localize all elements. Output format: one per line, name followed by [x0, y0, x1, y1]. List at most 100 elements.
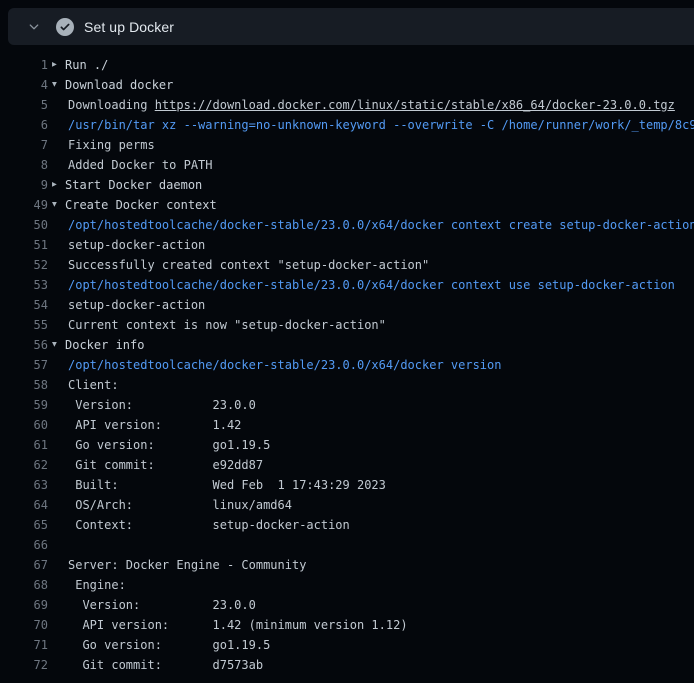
log-line: 8 Added Docker to PATH — [0, 155, 694, 175]
log-text: Downloading https://download.docker.com/… — [68, 95, 675, 115]
step-header[interactable]: Set up Docker — [8, 8, 694, 45]
log-text: Current context is now "setup-docker-act… — [68, 315, 386, 335]
log-line: 66 — [0, 535, 694, 555]
log-group-toggle[interactable]: ▼Download docker — [52, 75, 173, 95]
log-text: API version: 1.42 (minimum version 1.12) — [68, 615, 408, 635]
log-line: 55 Current context is now "setup-docker-a… — [0, 315, 694, 335]
line-number[interactable]: 1 — [0, 55, 48, 75]
log-line: 1▶Run ./ — [0, 55, 694, 75]
log-command: /usr/bin/tar xz --warning=no-unknown-key… — [68, 115, 694, 135]
line-number[interactable]: 71 — [0, 635, 48, 655]
line-number[interactable]: 68 — [0, 575, 48, 595]
log-text: Git commit: e92dd87 — [68, 455, 263, 475]
log-line: 60 API version: 1.42 — [0, 415, 694, 435]
group-title: Run ./ — [65, 55, 108, 75]
line-number[interactable]: 53 — [0, 275, 48, 295]
line-number[interactable]: 59 — [0, 395, 48, 415]
line-number[interactable]: 49 — [0, 195, 48, 215]
log-text: Added Docker to PATH — [68, 155, 213, 175]
log-line: 58 Client: — [0, 375, 694, 395]
log-command: /opt/hostedtoolcache/docker-stable/23.0.… — [68, 215, 694, 235]
triangle-down-icon: ▼ — [52, 335, 65, 355]
log-group-toggle[interactable]: ▼Create Docker context — [52, 195, 217, 215]
log-text: Engine: — [68, 575, 126, 595]
chevron-down-icon[interactable] — [26, 19, 42, 35]
line-number[interactable]: 69 — [0, 595, 48, 615]
log-line: 63 Built: Wed Feb 1 17:43:29 2023 — [0, 475, 694, 495]
line-number[interactable]: 51 — [0, 235, 48, 255]
line-number[interactable]: 6 — [0, 115, 48, 135]
line-number[interactable]: 5 — [0, 95, 48, 115]
group-title: Create Docker context — [65, 195, 217, 215]
log-line: 68 Engine: — [0, 575, 694, 595]
log-text: Git commit: d7573ab — [68, 655, 263, 675]
log-line: 57/opt/hostedtoolcache/docker-stable/23.… — [0, 355, 694, 375]
log-line: 62 Git commit: e92dd87 — [0, 455, 694, 475]
line-number[interactable]: 63 — [0, 475, 48, 495]
line-number[interactable]: 56 — [0, 335, 48, 355]
check-circle-icon — [56, 18, 74, 36]
line-number[interactable]: 9 — [0, 175, 48, 195]
log-link[interactable]: https://download.docker.com/linux/static… — [155, 98, 675, 112]
log-text: setup-docker-action — [68, 295, 205, 315]
log-text: Built: Wed Feb 1 17:43:29 2023 — [68, 475, 386, 495]
line-number[interactable]: 66 — [0, 535, 48, 555]
log-text: Go version: go1.19.5 — [68, 435, 270, 455]
group-title: Download docker — [65, 75, 173, 95]
line-number[interactable]: 7 — [0, 135, 48, 155]
log-line: 49▼Create Docker context — [0, 195, 694, 215]
log-line: 50/opt/hostedtoolcache/docker-stable/23.… — [0, 215, 694, 235]
log-text: Client: — [68, 375, 119, 395]
line-number[interactable]: 58 — [0, 375, 48, 395]
line-number[interactable]: 70 — [0, 615, 48, 635]
log-group-toggle[interactable]: ▶Run ./ — [52, 55, 108, 75]
log-line: 70 API version: 1.42 (minimum version 1.… — [0, 615, 694, 635]
line-number[interactable]: 4 — [0, 75, 48, 95]
triangle-right-icon: ▶ — [52, 175, 65, 195]
log-line: 9▶Start Docker daemon — [0, 175, 694, 195]
log-text: Successfully created context "setup-dock… — [68, 255, 429, 275]
log-command: /opt/hostedtoolcache/docker-stable/23.0.… — [68, 355, 501, 375]
log-text: Context: setup-docker-action — [68, 515, 350, 535]
triangle-right-icon: ▶ — [52, 55, 65, 75]
log-line: 69 Version: 23.0.0 — [0, 595, 694, 615]
log-line: 67Server: Docker Engine - Community — [0, 555, 694, 575]
log-group-toggle[interactable]: ▶Start Docker daemon — [52, 175, 202, 195]
log-line: 59 Version: 23.0.0 — [0, 395, 694, 415]
line-number[interactable]: 50 — [0, 215, 48, 235]
log-text: Version: 23.0.0 — [68, 395, 256, 415]
log-line: 54 setup-docker-action — [0, 295, 694, 315]
line-number[interactable]: 54 — [0, 295, 48, 315]
line-number[interactable]: 60 — [0, 415, 48, 435]
log-line: 7Fixing perms — [0, 135, 694, 155]
log-line: 61 Go version: go1.19.5 — [0, 435, 694, 455]
log-line: 65 Context: setup-docker-action — [0, 515, 694, 535]
line-number[interactable]: 65 — [0, 515, 48, 535]
log-line: 71 Go version: go1.19.5 — [0, 635, 694, 655]
line-number[interactable]: 64 — [0, 495, 48, 515]
log-viewer: 1▶Run ./4▼Download docker5Downloading ht… — [0, 45, 694, 675]
log-line: 51 setup-docker-action — [0, 235, 694, 255]
line-number[interactable]: 62 — [0, 455, 48, 475]
log-line: 72 Git commit: d7573ab — [0, 655, 694, 675]
log-line: 52 Successfully created context "setup-do… — [0, 255, 694, 275]
line-number[interactable]: 52 — [0, 255, 48, 275]
line-number[interactable]: 67 — [0, 555, 48, 575]
log-text: Version: 23.0.0 — [68, 595, 256, 615]
log-text: OS/Arch: linux/amd64 — [68, 495, 292, 515]
log-text: API version: 1.42 — [68, 415, 241, 435]
line-number[interactable]: 72 — [0, 655, 48, 675]
line-number[interactable]: 57 — [0, 355, 48, 375]
line-number[interactable]: 8 — [0, 155, 48, 175]
log-text: Go version: go1.19.5 — [68, 635, 270, 655]
line-number[interactable]: 55 — [0, 315, 48, 335]
step-title: Set up Docker — [84, 19, 174, 35]
log-text: setup-docker-action — [68, 235, 205, 255]
log-group-toggle[interactable]: ▼Docker info — [52, 335, 144, 355]
log-line: 56▼Docker info — [0, 335, 694, 355]
log-line: 53/opt/hostedtoolcache/docker-stable/23.… — [0, 275, 694, 295]
group-title: Start Docker daemon — [65, 175, 202, 195]
log-line: 5 Downloading https://download.docker.com… — [0, 95, 694, 115]
line-number[interactable]: 61 — [0, 435, 48, 455]
log-line: 6/usr/bin/tar xz --warning=no-unknown-ke… — [0, 115, 694, 135]
